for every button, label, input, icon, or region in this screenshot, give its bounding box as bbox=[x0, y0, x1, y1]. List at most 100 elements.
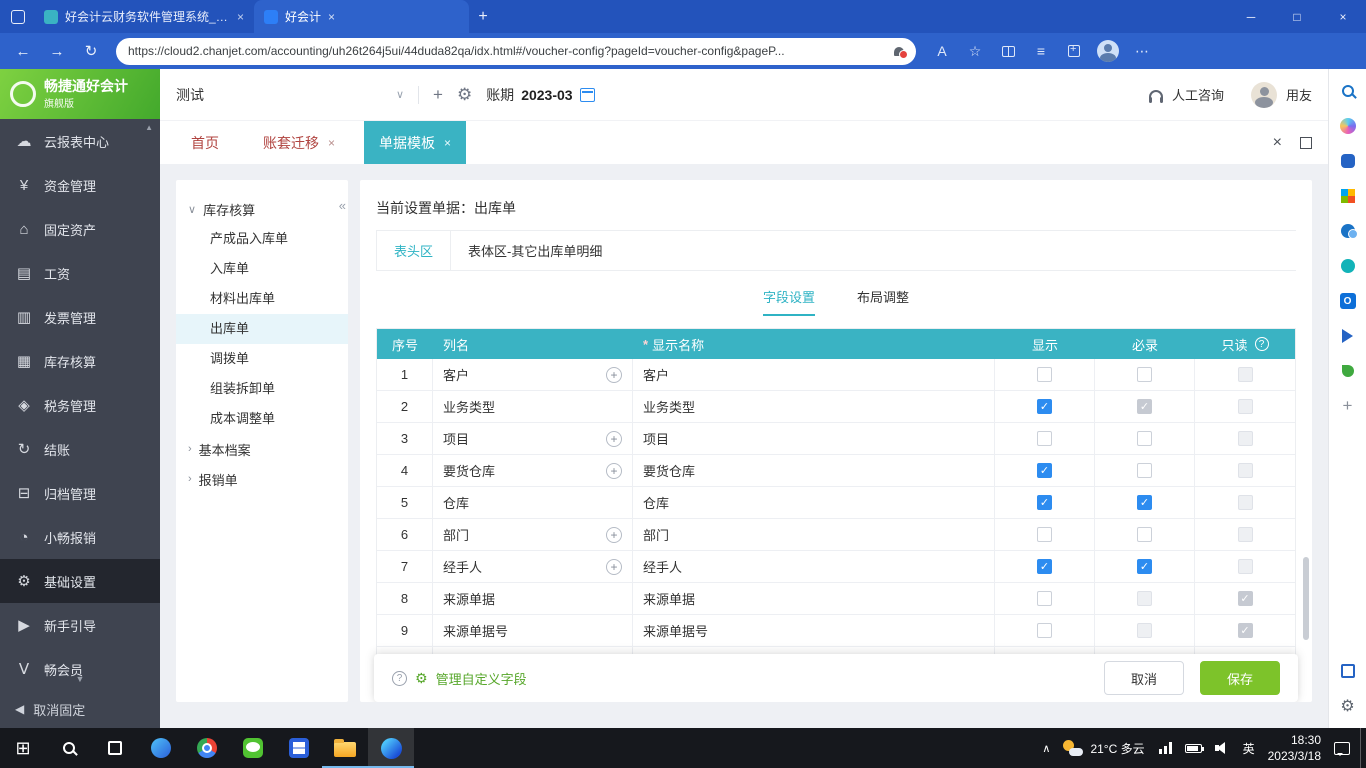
tree-item[interactable]: 入库单 bbox=[176, 254, 348, 284]
readonly-checkbox[interactable] bbox=[1238, 495, 1253, 510]
show-checkbox[interactable] bbox=[1037, 463, 1052, 478]
readonly-checkbox[interactable] bbox=[1238, 399, 1253, 414]
required-checkbox[interactable] bbox=[1137, 495, 1152, 510]
add-archive-icon[interactable] bbox=[606, 367, 622, 383]
minimize-button[interactable]: ─ bbox=[1228, 0, 1274, 33]
back-button[interactable]: ← bbox=[8, 37, 38, 65]
split-screen-icon[interactable] bbox=[998, 41, 1018, 61]
language-indicator[interactable]: 英 bbox=[1243, 740, 1255, 757]
new-tab-button[interactable]: + bbox=[469, 4, 497, 30]
tree-root-expense-doc[interactable]: › 报销单 bbox=[176, 464, 348, 494]
tree-item[interactable]: 材料出库单 bbox=[176, 284, 348, 314]
show-desktop-button[interactable] bbox=[1360, 728, 1366, 768]
drop-icon[interactable] bbox=[1338, 256, 1358, 276]
readonly-checkbox[interactable] bbox=[1238, 623, 1253, 638]
sidebar-item[interactable]: ⊟ 归档管理 bbox=[0, 471, 160, 515]
wechat-app[interactable] bbox=[230, 728, 276, 768]
sidebar-item[interactable]: ↻ 结账 bbox=[0, 427, 160, 471]
display-name-cell[interactable]: 来源单据 bbox=[633, 583, 995, 614]
footer-help-icon[interactable]: ? bbox=[392, 671, 407, 686]
browser-profile-avatar[interactable] bbox=[1097, 40, 1119, 62]
hidden-icons-caret[interactable]: ∧ bbox=[1042, 742, 1050, 755]
sidebar-item[interactable]: ◔ 小畅报销 bbox=[0, 515, 160, 559]
favorites-icon[interactable]: ☆ bbox=[965, 41, 985, 61]
tree-item[interactable]: 成本调整单 bbox=[176, 404, 348, 434]
save-button[interactable]: 保存 bbox=[1200, 661, 1280, 695]
close-button[interactable]: × bbox=[1320, 0, 1366, 33]
pinned-app-1[interactable] bbox=[138, 728, 184, 768]
sidebar-scroll-up-icon[interactable]: ▲ bbox=[145, 123, 153, 132]
cancel-button[interactable]: 取消 bbox=[1104, 661, 1184, 695]
subtab-field-settings[interactable]: 字段设置 bbox=[763, 287, 815, 316]
action-center-icon[interactable] bbox=[1334, 742, 1350, 755]
show-checkbox[interactable] bbox=[1037, 559, 1052, 574]
read-aloud-icon[interactable]: A bbox=[932, 41, 952, 61]
tab-header-area[interactable]: 表头区 bbox=[376, 231, 451, 270]
tree-item[interactable]: 出库单 bbox=[176, 314, 348, 344]
forward-button[interactable]: → bbox=[42, 37, 72, 65]
browser-tab-2[interactable]: 好会计 × bbox=[254, 0, 469, 33]
edge-app[interactable] bbox=[368, 728, 414, 768]
sidebar-item[interactable]: ☁ 云报表中心 bbox=[0, 119, 160, 163]
required-checkbox[interactable] bbox=[1137, 591, 1152, 606]
chrome-app[interactable] bbox=[184, 728, 230, 768]
shopping-icon[interactable] bbox=[1338, 151, 1358, 171]
sidebar-item[interactable]: ▥ 发票管理 bbox=[0, 295, 160, 339]
share-arrow-icon[interactable] bbox=[1338, 326, 1358, 346]
weather-widget[interactable]: 21°C 多云 bbox=[1063, 740, 1144, 757]
readonly-help-icon[interactable]: ? bbox=[1255, 337, 1269, 351]
maximize-button[interactable]: □ bbox=[1274, 0, 1320, 33]
task-view-button[interactable] bbox=[92, 728, 138, 768]
sidebar-item[interactable]: ⌂ 固定资产 bbox=[0, 207, 160, 251]
add-archive-icon[interactable] bbox=[606, 559, 622, 575]
tree-item[interactable]: 调拨单 bbox=[176, 344, 348, 374]
readonly-checkbox[interactable] bbox=[1238, 367, 1253, 382]
tab-voucher-template[interactable]: 单据模板 × bbox=[364, 121, 466, 164]
readonly-checkbox[interactable] bbox=[1238, 559, 1253, 574]
period-picker[interactable]: 账期 2023-03 bbox=[486, 85, 594, 105]
support-link[interactable]: 人工咨询 bbox=[1172, 85, 1224, 104]
collections-icon[interactable] bbox=[1064, 41, 1084, 61]
network-icon[interactable] bbox=[1158, 742, 1172, 754]
readonly-checkbox[interactable] bbox=[1238, 431, 1253, 446]
show-checkbox[interactable] bbox=[1037, 367, 1052, 382]
sidebar-item[interactable]: ¥ 资金管理 bbox=[0, 163, 160, 207]
tab-close-icon[interactable]: × bbox=[237, 10, 244, 24]
tab-close-icon[interactable]: × bbox=[328, 136, 335, 150]
open-window-icon[interactable] bbox=[1338, 661, 1358, 681]
subtab-layout[interactable]: 布局调整 bbox=[857, 287, 909, 316]
taskbar-clock[interactable]: 18:30 2023/3/18 bbox=[1268, 732, 1321, 764]
collapse-panel-icon[interactable]: « bbox=[339, 198, 346, 213]
search-icon[interactable] bbox=[1338, 81, 1358, 101]
file-explorer-app[interactable] bbox=[322, 728, 368, 768]
more-menu-icon[interactable]: ⋯ bbox=[1132, 41, 1152, 61]
required-checkbox[interactable] bbox=[1137, 559, 1152, 574]
add-sidebar-app-icon[interactable]: + bbox=[1338, 396, 1358, 416]
close-all-icon[interactable]: × bbox=[1273, 134, 1282, 152]
display-name-cell[interactable]: 要货仓库 bbox=[633, 455, 995, 486]
start-button[interactable]: ⊞ bbox=[0, 728, 46, 768]
add-archive-icon[interactable] bbox=[606, 527, 622, 543]
readonly-checkbox[interactable] bbox=[1238, 527, 1253, 542]
tab-home[interactable]: 首页 bbox=[176, 121, 234, 164]
display-name-cell[interactable]: 业务类型 bbox=[633, 391, 995, 422]
required-checkbox[interactable] bbox=[1137, 431, 1152, 446]
tree-root-inventory[interactable]: ∨ 库存核算 bbox=[176, 194, 348, 224]
display-name-cell[interactable]: 部门 bbox=[633, 519, 995, 550]
favorites-bar-icon[interactable]: ≡ bbox=[1031, 41, 1051, 61]
required-checkbox[interactable] bbox=[1137, 399, 1152, 414]
table-scrollbar[interactable] bbox=[1303, 557, 1309, 640]
tab-close-icon[interactable]: × bbox=[328, 10, 335, 24]
display-name-cell[interactable]: 经手人 bbox=[633, 551, 995, 582]
outlook-icon[interactable] bbox=[1338, 291, 1358, 311]
show-checkbox[interactable] bbox=[1037, 591, 1052, 606]
sidebar-item[interactable]: ◈ 税务管理 bbox=[0, 383, 160, 427]
required-checkbox[interactable] bbox=[1137, 367, 1152, 382]
sidebar-item[interactable]: ▦ 库存核算 bbox=[0, 339, 160, 383]
settings-gear-icon[interactable]: ⚙ bbox=[457, 85, 472, 105]
display-name-cell[interactable]: 客户 bbox=[633, 359, 995, 390]
sidebar-scroll-down-icon[interactable]: ▼ bbox=[0, 674, 160, 684]
readonly-checkbox[interactable] bbox=[1238, 463, 1253, 478]
user-avatar[interactable] bbox=[1251, 82, 1277, 108]
display-name-cell[interactable]: 项目 bbox=[633, 423, 995, 454]
